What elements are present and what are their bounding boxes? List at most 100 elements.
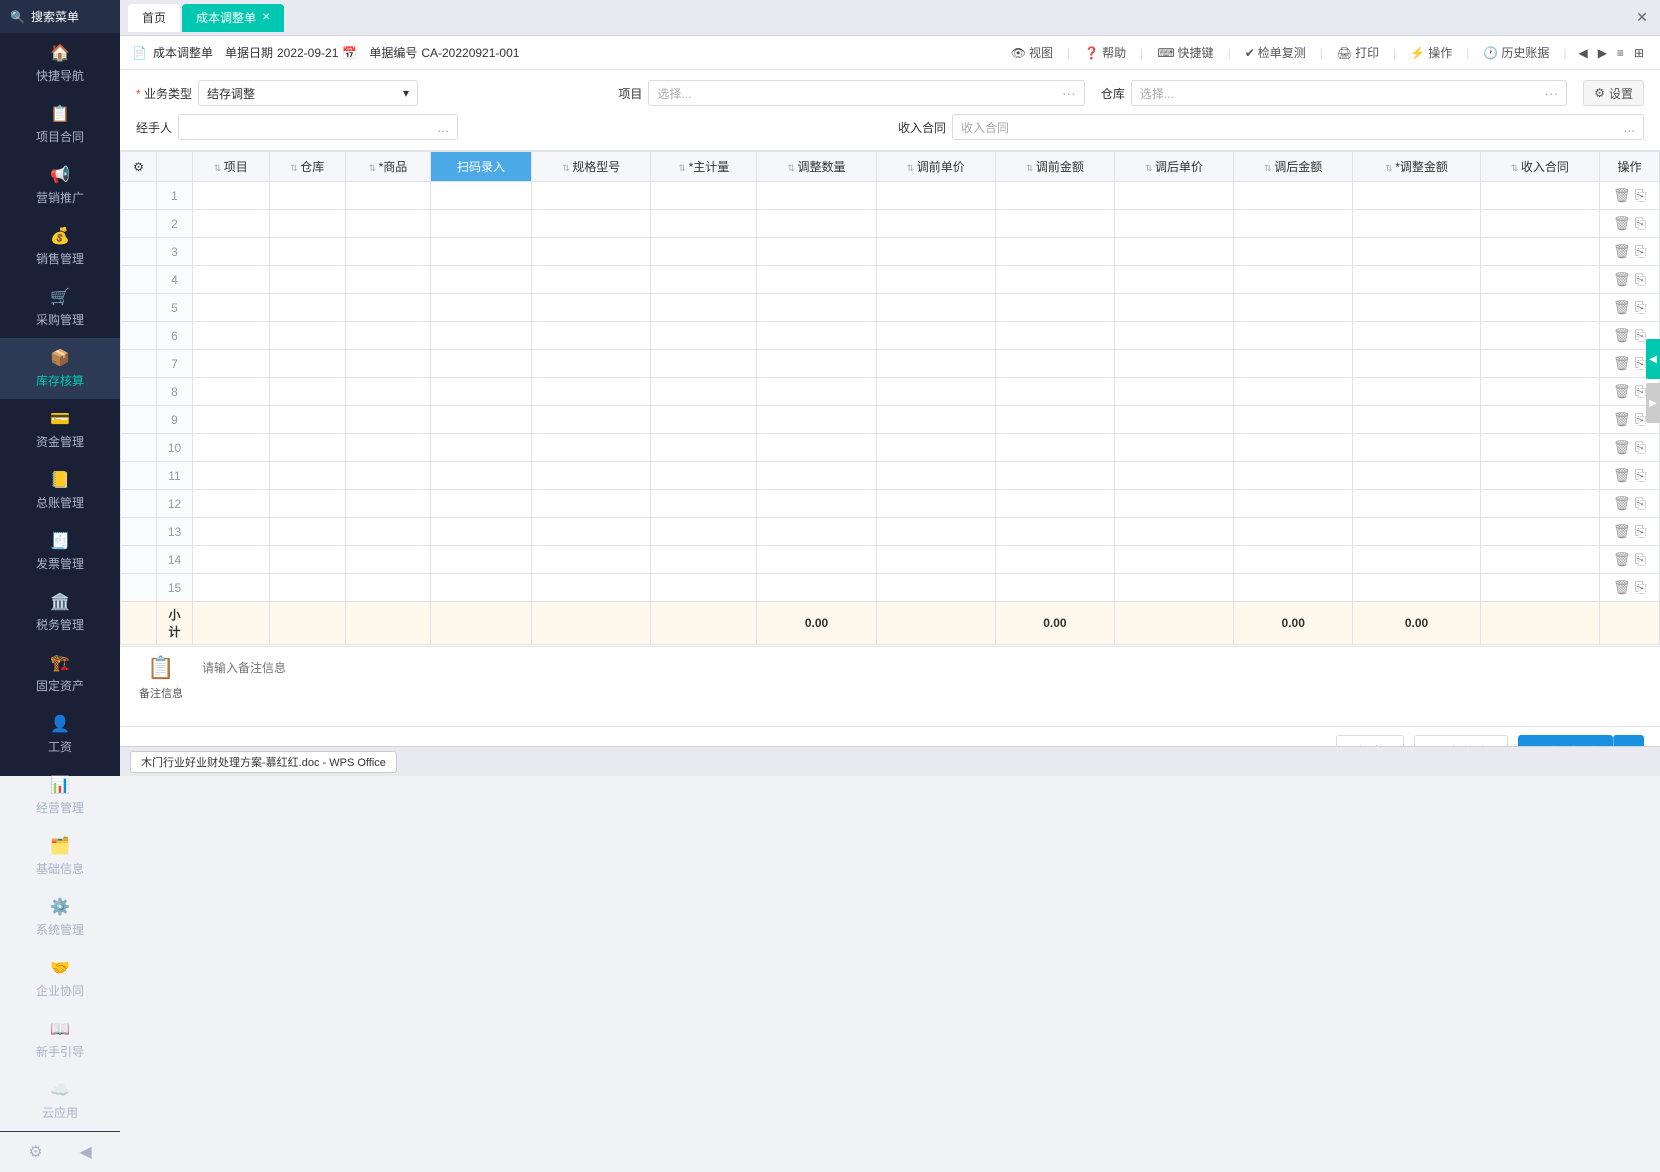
delete-icon-8[interactable]: 🗑: [1613, 383, 1631, 400]
copy-icon-11[interactable]: ⎘: [1635, 467, 1646, 484]
delete-icon-1[interactable]: 🗑: [1613, 187, 1631, 204]
sidebar-item-enterprise[interactable]: 🤝 企业协同: [0, 948, 120, 1009]
sidebar-item-marketing[interactable]: 📢 营销推广: [0, 155, 120, 216]
cell-actions-12[interactable]: 🗑 ⎘: [1600, 490, 1660, 518]
sidebar-item-basic-info[interactable]: 🗂️ 基础信息: [0, 826, 120, 887]
col-header-scan[interactable]: 扫码录入: [430, 152, 531, 182]
toolbar-btn-shortcut[interactable]: ⌨ 快捷键: [1151, 42, 1219, 63]
settings-icon[interactable]: ⚙: [28, 1142, 42, 1162]
settings-button[interactable]: ⚙ 设置: [1583, 80, 1644, 106]
sidebar-item-inventory[interactable]: 📦 库存核算: [0, 338, 120, 399]
copy-icon-3[interactable]: ⎘: [1635, 243, 1646, 260]
cell-prev_price-11: [876, 462, 995, 490]
grid-view-icon[interactable]: ⊞: [1630, 44, 1648, 62]
sidebar-item-operations[interactable]: 📊 经营管理: [0, 765, 120, 826]
sidebar-item-project-contract[interactable]: 📋 项目合同: [0, 94, 120, 155]
cell-actions-3[interactable]: 🗑 ⎘: [1600, 238, 1660, 266]
delete-icon-10[interactable]: 🗑: [1613, 439, 1631, 456]
copy-icon-7[interactable]: ⎘: [1635, 355, 1646, 372]
tab-home[interactable]: 首页: [128, 4, 180, 32]
delete-icon-9[interactable]: 🗑: [1613, 411, 1631, 428]
toolbar-btn-history[interactable]: 🕐 历史账据: [1477, 42, 1555, 63]
copy-icon-14[interactable]: ⎘: [1635, 551, 1646, 568]
cell-actions-11[interactable]: 🗑 ⎘: [1600, 462, 1660, 490]
delete-icon-5[interactable]: 🗑: [1613, 299, 1631, 316]
delete-icon-15[interactable]: 🗑: [1613, 579, 1631, 596]
copy-icon-6[interactable]: ⎘: [1635, 327, 1646, 344]
sidebar-item-quick-nav[interactable]: 🏠 快捷导航: [0, 33, 120, 94]
taskbar-item[interactable]: 木门行业好业财处理方案-慕红红.doc - WPS Office: [130, 751, 397, 773]
cell-actions-15[interactable]: 🗑 ⎘: [1600, 574, 1660, 602]
list-view-icon[interactable]: ≡: [1613, 44, 1628, 62]
copy-icon-4[interactable]: ⎘: [1635, 271, 1646, 288]
toolbar-btn-operations[interactable]: ⚡ 操作: [1404, 42, 1458, 63]
right-tab-collapse[interactable]: ◀: [1646, 339, 1660, 379]
delete-icon-4[interactable]: 🗑: [1613, 271, 1631, 288]
cell-warehouse-5: [269, 294, 346, 322]
sidebar-item-finance[interactable]: 💳 资金管理: [0, 399, 120, 460]
cell-actions-4[interactable]: 🗑 ⎘: [1600, 266, 1660, 294]
project-dots[interactable]: ···: [1062, 85, 1076, 101]
cell-actions-10[interactable]: 🗑 ⎘: [1600, 434, 1660, 462]
tab-close-cost-adjust[interactable]: ✕: [262, 12, 270, 23]
project-input[interactable]: 选择... ···: [648, 80, 1084, 106]
business-type-input[interactable]: 结存调整 ▾: [198, 80, 418, 106]
sidebar-item-cloud[interactable]: ☁️ 云应用: [0, 1070, 120, 1131]
cell-actions-13[interactable]: 🗑 ⎘: [1600, 518, 1660, 546]
sidebar-item-purchase[interactable]: 🛒 采购管理: [0, 277, 120, 338]
handler-dots[interactable]: ...: [437, 119, 449, 135]
toolbar-btn-help[interactable]: ❓ 帮助: [1078, 42, 1132, 63]
delete-icon-12[interactable]: 🗑: [1613, 495, 1631, 512]
delete-icon-3[interactable]: 🗑: [1613, 243, 1631, 260]
cell-actions-1[interactable]: 🗑 ⎘: [1600, 182, 1660, 210]
income-contract-dots[interactable]: ...: [1623, 119, 1635, 135]
sidebar-item-guide[interactable]: 📖 新手引导: [0, 1009, 120, 1070]
delete-icon-7[interactable]: 🗑: [1613, 355, 1631, 372]
col-header-gear[interactable]: ⚙: [121, 152, 157, 182]
cell-warehouse-11: [269, 462, 346, 490]
delete-icon-14[interactable]: 🗑: [1613, 551, 1631, 568]
right-tab-expand[interactable]: ▶: [1646, 383, 1660, 423]
sidebar-item-system[interactable]: ⚙️ 系统管理: [0, 887, 120, 948]
subtotal-project: [193, 602, 270, 645]
delete-icon-13[interactable]: 🗑: [1613, 523, 1631, 540]
copy-icon-12[interactable]: ⎘: [1635, 495, 1646, 512]
delete-icon-11[interactable]: 🗑: [1613, 467, 1631, 484]
toolbar-btn-check[interactable]: ✔ 检单复测: [1239, 42, 1312, 63]
toolbar-btn-print[interactable]: 🖨 打印: [1331, 42, 1385, 63]
sidebar-item-sales[interactable]: 💰 销售管理: [0, 216, 120, 277]
copy-icon-9[interactable]: ⎘: [1635, 411, 1646, 428]
sidebar-item-ledger[interactable]: 📒 总账管理: [0, 460, 120, 521]
sidebar-item-salary[interactable]: 👤 工资: [0, 704, 120, 765]
nav-prev-icon[interactable]: ◀: [1574, 44, 1591, 62]
window-close-button[interactable]: ✕: [1632, 8, 1652, 28]
tab-cost-adjust[interactable]: 成本调整单✕: [182, 4, 284, 32]
delete-icon-6[interactable]: 🗑: [1613, 327, 1631, 344]
sidebar-search[interactable]: 🔍 搜索菜单: [0, 0, 120, 33]
sidebar-item-invoice[interactable]: 🧾 发票管理: [0, 521, 120, 582]
cell-actions-2[interactable]: 🗑 ⎘: [1600, 210, 1660, 238]
calendar-icon[interactable]: 📅: [342, 46, 357, 60]
handler-label: 经手人: [136, 119, 172, 136]
copy-icon-1[interactable]: ⎘: [1635, 187, 1646, 204]
copy-icon-10[interactable]: ⎘: [1635, 439, 1646, 456]
warehouse-dots[interactable]: ···: [1544, 85, 1558, 101]
notes-input[interactable]: [198, 655, 1644, 715]
delete-icon-2[interactable]: 🗑: [1613, 215, 1631, 232]
handler-input[interactable]: ...: [178, 114, 458, 140]
date-value[interactable]: 2022-09-21: [277, 46, 338, 60]
collapse-icon[interactable]: ◀: [79, 1142, 91, 1162]
sidebar-item-tax[interactable]: 🏛️ 税务管理: [0, 582, 120, 643]
income-contract-input[interactable]: 收入合同 ...: [952, 114, 1644, 140]
sidebar-item-assets[interactable]: 🏗️ 固定资产: [0, 643, 120, 704]
warehouse-input[interactable]: 选择... ···: [1131, 80, 1567, 106]
copy-icon-13[interactable]: ⎘: [1635, 523, 1646, 540]
toolbar-btn-view[interactable]: 👁 视图: [1005, 42, 1059, 63]
copy-icon-15[interactable]: ⎘: [1635, 579, 1646, 596]
copy-icon-5[interactable]: ⎘: [1635, 299, 1646, 316]
cell-actions-14[interactable]: 🗑 ⎘: [1600, 546, 1660, 574]
cell-actions-5[interactable]: 🗑 ⎘: [1600, 294, 1660, 322]
copy-icon-2[interactable]: ⎘: [1635, 215, 1646, 232]
nav-next-icon[interactable]: ▶: [1594, 44, 1611, 62]
copy-icon-8[interactable]: ⎘: [1635, 383, 1646, 400]
